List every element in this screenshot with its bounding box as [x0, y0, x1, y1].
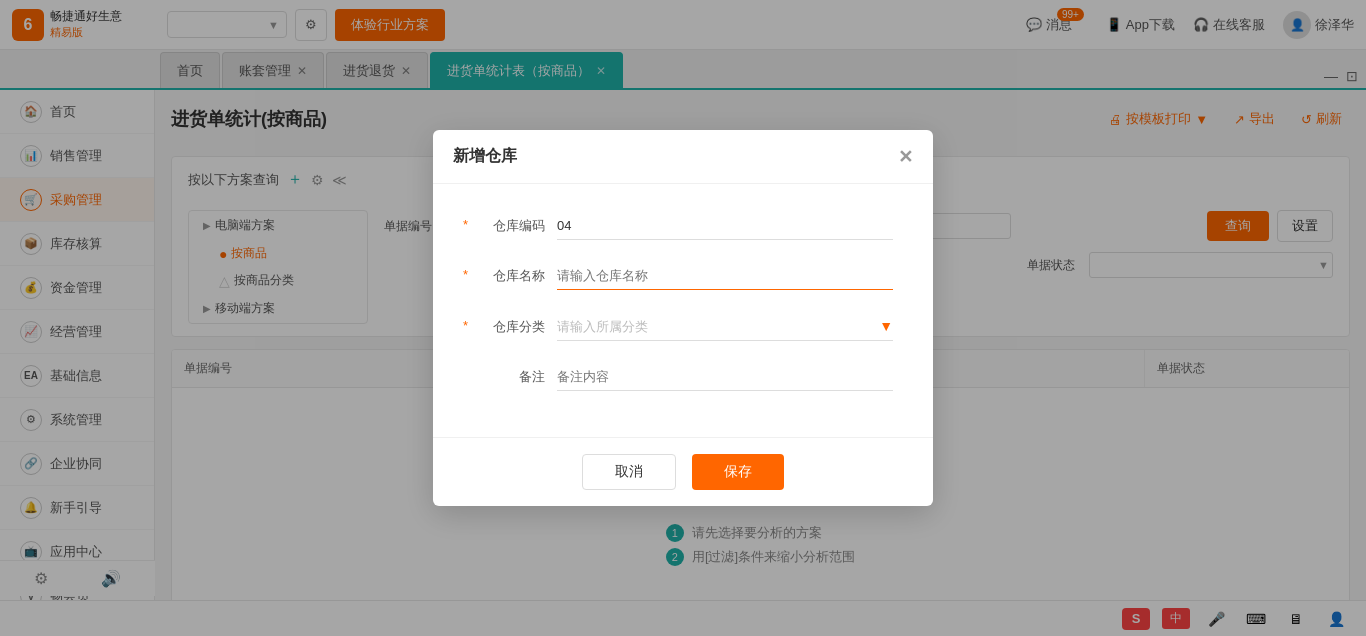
warehouse-name-input[interactable] [557, 262, 893, 290]
modal-header: 新增仓库 ✕ [433, 130, 933, 184]
warehouse-category-select[interactable]: 请输入所属分类 [557, 319, 879, 334]
warehouse-note-field: 备注 [473, 363, 893, 391]
warehouse-category-select-wrap[interactable]: 请输入所属分类 ▼ [557, 312, 893, 341]
warehouse-code-label: 仓库编码 [473, 217, 545, 235]
modal-close-btn[interactable]: ✕ [898, 148, 913, 166]
modal-footer: 取消 保存 [433, 437, 933, 506]
warehouse-code-input[interactable] [557, 212, 893, 240]
warehouse-name-label: 仓库名称 [473, 267, 545, 285]
warehouse-note-input[interactable] [557, 363, 893, 391]
modal-title: 新增仓库 [453, 146, 517, 167]
category-chevron-icon: ▼ [879, 318, 893, 334]
modal-body: 仓库编码 仓库名称 仓库分类 请输入所属分类 ▼ 备注 [433, 184, 933, 437]
warehouse-category-field: 仓库分类 请输入所属分类 ▼ [473, 312, 893, 341]
warehouse-category-label: 仓库分类 [473, 318, 545, 336]
modal-save-button[interactable]: 保存 [692, 454, 784, 490]
warehouse-note-label: 备注 [473, 368, 545, 386]
warehouse-code-field: 仓库编码 [473, 212, 893, 240]
warehouse-name-field: 仓库名称 [473, 262, 893, 290]
modal-cancel-button[interactable]: 取消 [582, 454, 676, 490]
modal-overlay[interactable]: 新增仓库 ✕ 仓库编码 仓库名称 仓库分类 请输入所属分类 ▼ [0, 0, 1366, 636]
new-warehouse-modal: 新增仓库 ✕ 仓库编码 仓库名称 仓库分类 请输入所属分类 ▼ [433, 130, 933, 506]
